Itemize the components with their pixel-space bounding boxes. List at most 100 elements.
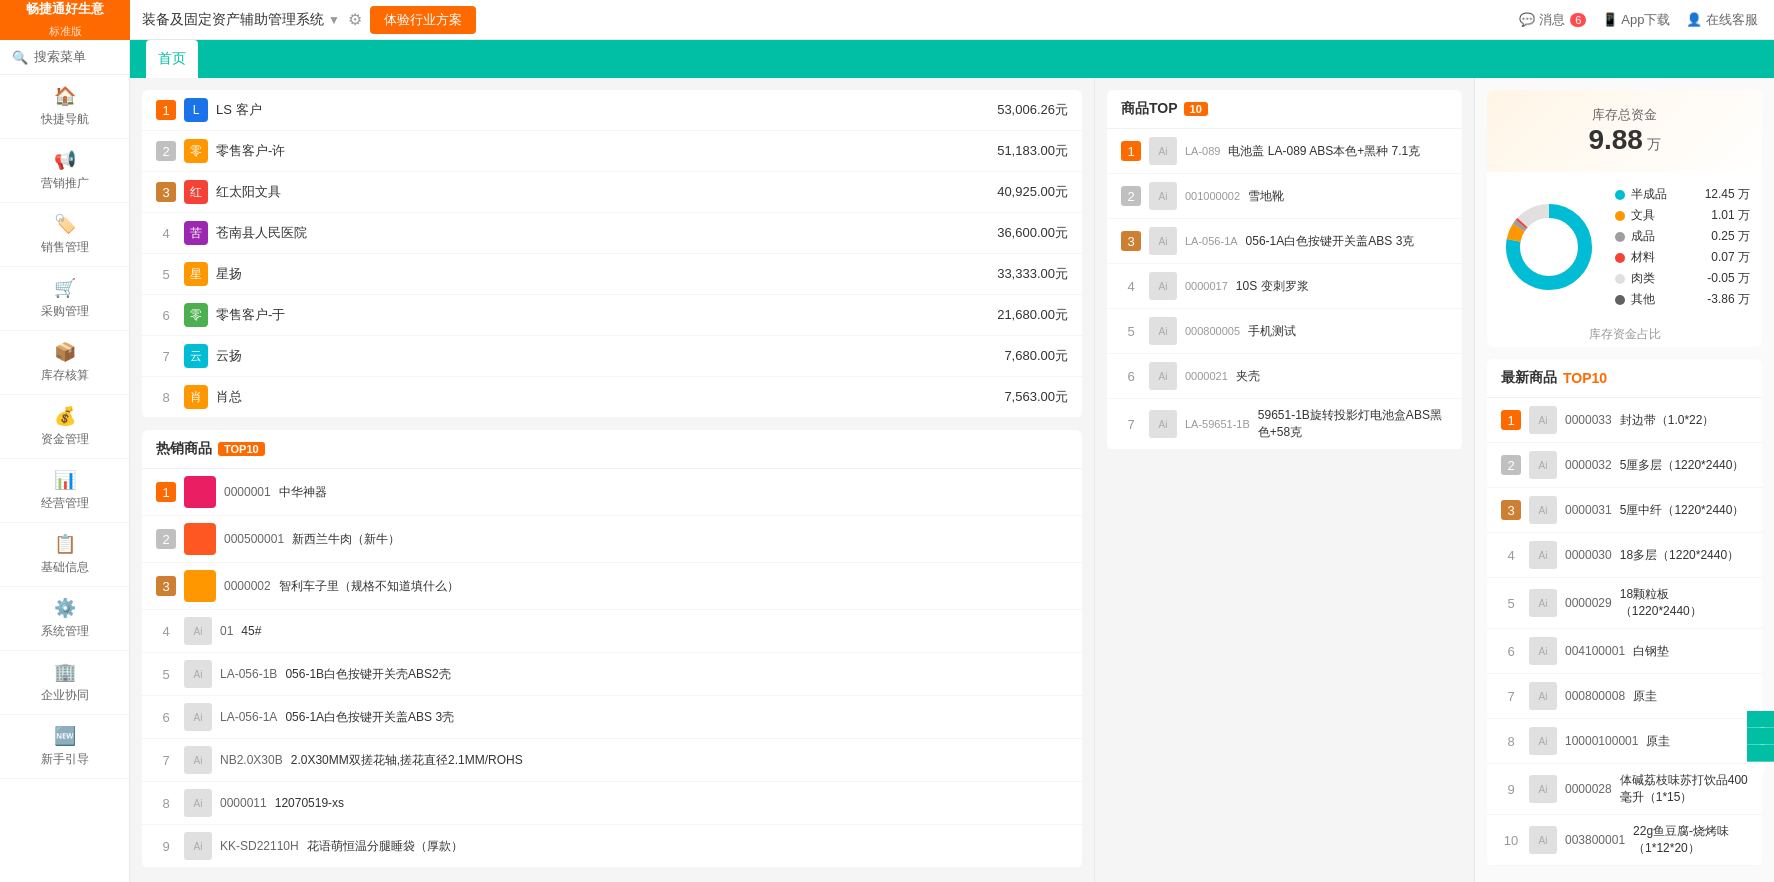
sidebar-label-operation: 经营管理	[41, 495, 89, 512]
settings-icon[interactable]: ⚙	[348, 10, 362, 29]
table-row: 3 Ai LA-056-1A 056-1A白色按键开关盖ABS 3克	[1107, 219, 1462, 264]
inventory-unit: 万	[1647, 136, 1661, 152]
list-item: 1 Ai 0000033 封边带（1.0*22）	[1487, 398, 1762, 443]
marketing-icon: 📢	[54, 149, 76, 171]
sidebar-label-system: 系统管理	[41, 623, 89, 640]
customer-name: LS 客户	[216, 101, 989, 119]
online-support-link[interactable]: 👤 在线客服	[1686, 11, 1758, 29]
product-thumbnail: Ai	[184, 703, 212, 731]
customer-value: 21,680.00元	[997, 306, 1068, 324]
sidebar-label-company: 企业协同	[41, 687, 89, 704]
breadcrumb-bar: 首页	[130, 40, 1774, 78]
list-item: 2 000500001 新西兰牛肉（新牛）	[142, 516, 1082, 563]
list-item: 7 Ai 000800008 原圭	[1487, 674, 1762, 719]
avatar: 肖	[184, 385, 208, 409]
table-row: 1 Ai LA-089 电池盖 LA-089 ABS本色+黑种 7.1克	[1107, 129, 1462, 174]
sidebar-item-sales[interactable]: 🏷️ 销售管理	[0, 203, 129, 267]
new-products-list: 1 Ai 0000033 封边带（1.0*22） 2 Ai 0000032 5厘…	[1487, 398, 1762, 866]
list-item: 9 Ai 0000028 体碱荔枝味苏打饮品400毫升（1*15）	[1487, 764, 1762, 815]
float-live[interactable]: 直播	[1747, 745, 1774, 762]
legend-item: 半成品 12.45 万	[1615, 184, 1750, 205]
legend-dot	[1615, 253, 1625, 263]
sidebar-item-finance[interactable]: 💰 资金管理	[0, 395, 129, 459]
customer-name: 苍南县人民医院	[216, 224, 989, 242]
table-row: 4 苦 苍南县人民医院 36,600.00元	[142, 213, 1082, 254]
breadcrumb-home[interactable]: 首页	[146, 40, 198, 78]
product-thumbnail	[184, 570, 216, 602]
rank-number: 7	[1501, 689, 1521, 704]
table-row: 5 Ai 000800005 手机测试	[1107, 309, 1462, 354]
hot-products-title: 热销商品 TOP10	[142, 430, 1082, 469]
product-rank-title: 商品TOP 10	[1107, 90, 1462, 129]
rank-number: 1	[1501, 410, 1521, 430]
sidebar-label-purchase: 采购管理	[41, 303, 89, 320]
chevron-down-icon[interactable]: ▼	[328, 13, 340, 27]
search-menu[interactable]: 🔍 搜索菜单	[0, 40, 129, 75]
rank-number: 4	[156, 226, 176, 241]
list-item: 3 0000002 智利车子里（规格不知道填什么）	[142, 563, 1082, 610]
sidebar-item-quick-nav[interactable]: 🏠 快捷导航	[0, 75, 129, 139]
list-item: 8 Ai 10000100001 原圭	[1487, 719, 1762, 764]
legend-dot	[1615, 274, 1625, 284]
left-panels: 1 L LS 客户 53,006.26元 2 零 零售客户-许 51,183.0…	[130, 78, 1094, 882]
app-download-link[interactable]: 📱 App下载	[1602, 11, 1670, 29]
search-menu-label: 搜索菜单	[34, 48, 86, 66]
float-service-community[interactable]: 服务社区	[1747, 728, 1774, 745]
list-item: 4 Ai 0000030 18多层（1220*2440）	[1487, 533, 1762, 578]
rank-number: 6	[156, 308, 176, 323]
rank-number: 3	[156, 576, 176, 596]
legend-item: 肉类 -0.05 万	[1615, 268, 1750, 289]
customer-value: 33,333.00元	[997, 265, 1068, 283]
main-layout: 🔍 搜索菜单 🏠 快捷导航 📢 营销推广 🏷️ 销售管理 🛒 采购管理 📦 库存…	[0, 40, 1774, 882]
sidebar-label-finance: 资金管理	[41, 431, 89, 448]
rank-number: 9	[156, 839, 176, 854]
inventory-card: 库存总资金 9.88 万	[1487, 90, 1762, 347]
customer-value: 51,183.00元	[997, 142, 1068, 160]
float-buttons: 客服热线 服务社区 直播	[1747, 711, 1774, 762]
product-thumbnail: Ai	[1149, 227, 1177, 255]
sidebar-item-company[interactable]: 🏢 企业协同	[0, 651, 129, 715]
product-thumbnail	[184, 523, 216, 555]
sidebar-item-system[interactable]: ⚙️ 系统管理	[0, 587, 129, 651]
right-panel: 库存总资金 9.88 万	[1474, 78, 1774, 882]
float-customer-service[interactable]: 客服热线	[1747, 711, 1774, 728]
rank-number: 1	[156, 100, 176, 120]
donut-legend: 半成品 12.45 万 文具 1.01 万 成品 0	[1615, 184, 1750, 310]
rank-number: 7	[156, 753, 176, 768]
rank-number: 7	[156, 349, 176, 364]
sidebar-item-basic[interactable]: 📋 基础信息	[0, 523, 129, 587]
inventory-total: 9.88 万	[1503, 124, 1746, 156]
purchase-icon: 🛒	[54, 277, 76, 299]
sidebar-label-basic: 基础信息	[41, 559, 89, 576]
table-row: 7 Ai LA-59651-1B 59651-1B旋转投影灯电池盒ABS黑色+5…	[1107, 399, 1462, 450]
sidebar-item-guide[interactable]: 🆕 新手引导	[0, 715, 129, 779]
legend-dot	[1615, 211, 1625, 221]
sidebar-item-inventory[interactable]: 📦 库存核算	[0, 331, 129, 395]
product-thumbnail: Ai	[1529, 496, 1557, 524]
hot-products-list: 1 0000001 中华神器 2 000500001 新西兰牛肉（新牛）	[142, 469, 1082, 868]
avatar: L	[184, 98, 208, 122]
sidebar-item-operation[interactable]: 📊 经营管理	[0, 459, 129, 523]
system-selector[interactable]: 装备及固定资产辅助管理系统 ▼	[142, 11, 340, 29]
avatar: 零	[184, 139, 208, 163]
avatar: 红	[184, 180, 208, 204]
inventory-value: 9.88	[1588, 124, 1643, 155]
top10-badge: TOP10	[218, 442, 265, 456]
system-title-text: 装备及固定资产辅助管理系统	[142, 11, 324, 29]
company-icon: 🏢	[54, 661, 76, 683]
trial-button[interactable]: 体验行业方案	[370, 6, 476, 34]
customer-name: 红太阳文具	[216, 183, 989, 201]
sidebar-item-marketing[interactable]: 📢 营销推广	[0, 139, 129, 203]
product-thumbnail: Ai	[184, 832, 212, 860]
legend-item: 其他 -3.86 万	[1615, 289, 1750, 310]
finance-icon: 💰	[54, 405, 76, 427]
product-thumbnail: Ai	[184, 617, 212, 645]
rank-number: 2	[1501, 455, 1521, 475]
rank-number: 6	[1121, 369, 1141, 384]
inventory-header: 库存总资金 9.88 万	[1487, 90, 1762, 172]
system-icon: ⚙️	[54, 597, 76, 619]
product-thumbnail: Ai	[1529, 775, 1557, 803]
messages-link[interactable]: 💬 消息 6	[1519, 11, 1586, 29]
list-item: 5 Ai 0000029 18颗粒板（1220*2440）	[1487, 578, 1762, 629]
sidebar-item-purchase[interactable]: 🛒 采购管理	[0, 267, 129, 331]
